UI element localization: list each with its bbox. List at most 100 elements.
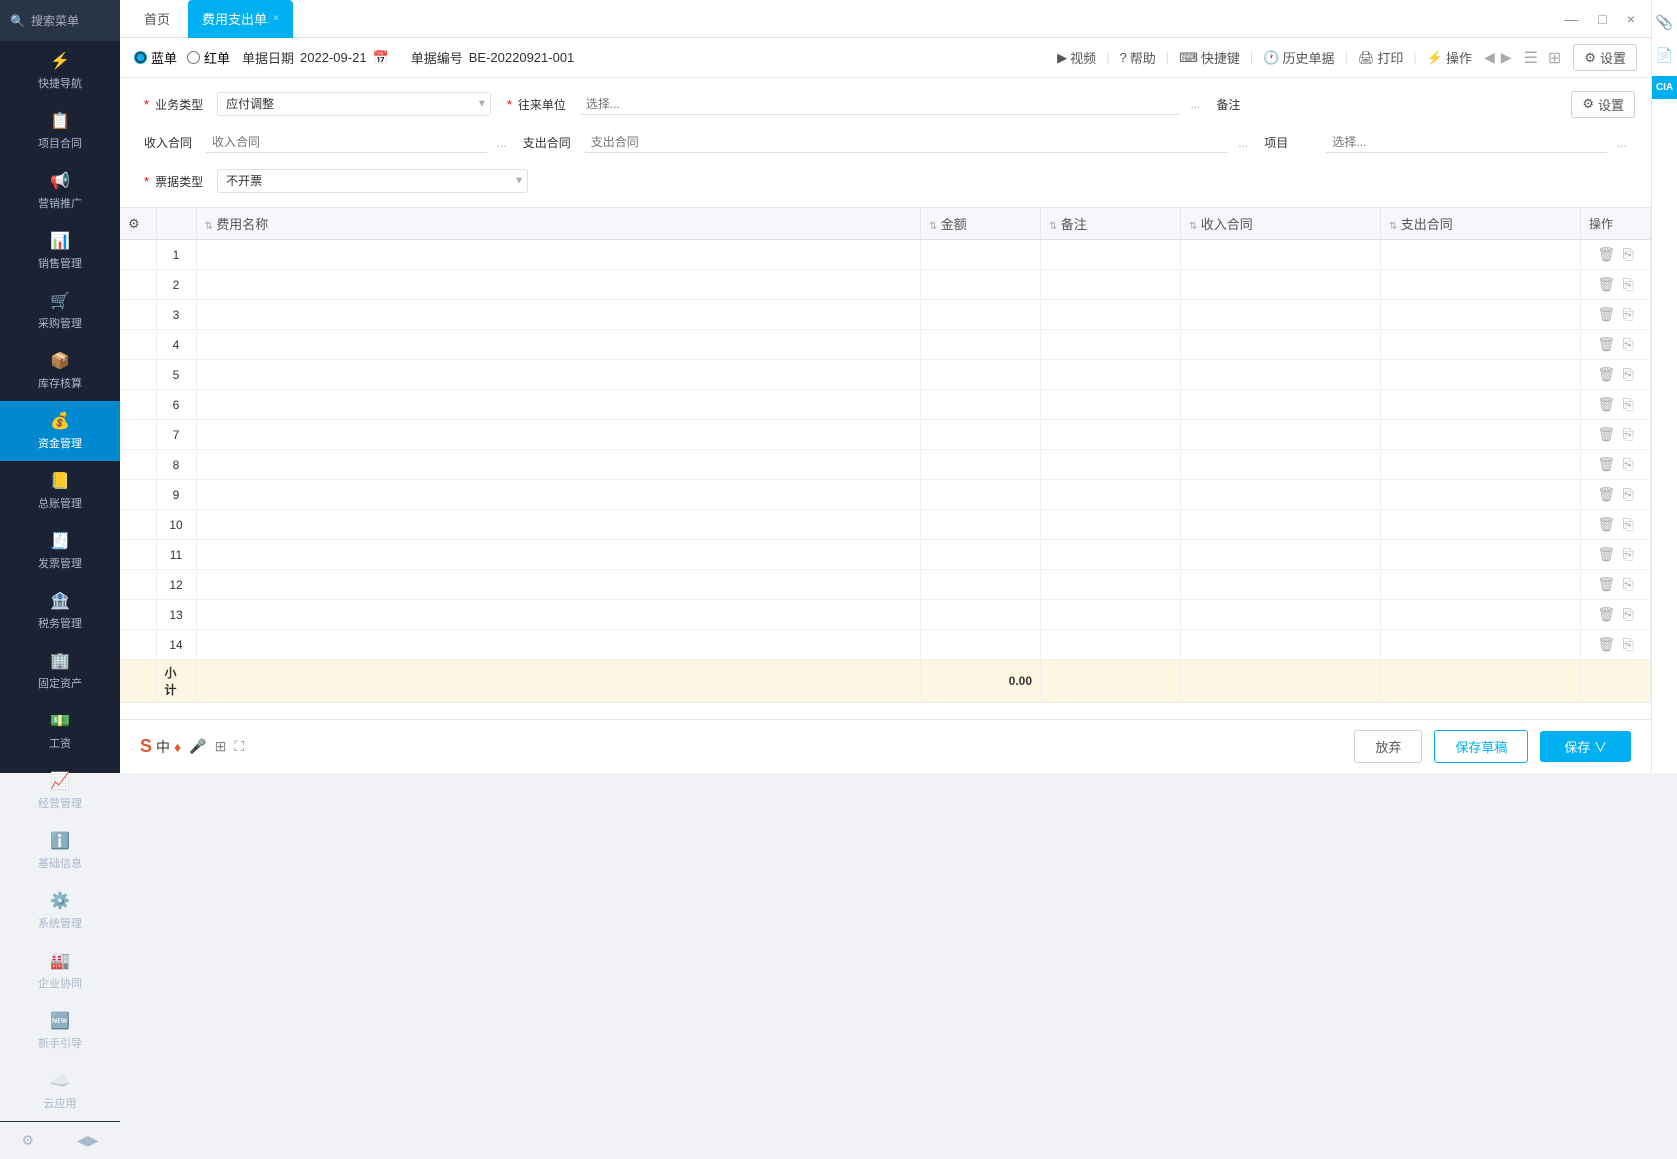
sidebar-item-purchase[interactable]: 🛒 采购管理 bbox=[0, 281, 120, 341]
tab-close-icon[interactable]: × bbox=[273, 13, 279, 24]
copy-icon[interactable]: ⎘ bbox=[1622, 546, 1633, 562]
row-expense-name[interactable] bbox=[196, 300, 921, 330]
row-amount[interactable] bbox=[921, 450, 1041, 480]
row-expense-name[interactable] bbox=[196, 390, 921, 420]
set-button[interactable]: ⚙ 设置 bbox=[1573, 44, 1637, 71]
mic-icon[interactable]: 🎤 bbox=[189, 738, 206, 755]
delete-icon[interactable]: 🗑 bbox=[1597, 546, 1615, 562]
row-amount[interactable] bbox=[921, 480, 1041, 510]
list-view-icon[interactable]: ☰ bbox=[1524, 48, 1538, 68]
save-draft-button[interactable]: 保存草稿 bbox=[1434, 730, 1528, 763]
row-income-contract[interactable] bbox=[1181, 330, 1381, 360]
row-remark[interactable] bbox=[1041, 450, 1181, 480]
copy-icon[interactable]: ⎘ bbox=[1622, 516, 1633, 532]
delete-icon[interactable]: 🗑 bbox=[1597, 396, 1615, 412]
row-expense-contract[interactable] bbox=[1381, 420, 1581, 450]
row-expense-contract[interactable] bbox=[1381, 600, 1581, 630]
delete-icon[interactable]: 🗑 bbox=[1597, 606, 1615, 622]
right-panel-icon-2[interactable]: 📄 bbox=[1656, 43, 1673, 68]
row-expense-name[interactable] bbox=[196, 450, 921, 480]
copy-icon[interactable]: ⎘ bbox=[1622, 456, 1633, 472]
delete-icon[interactable]: 🗑 bbox=[1597, 456, 1615, 472]
row-remark[interactable] bbox=[1041, 240, 1181, 270]
row-expense-contract[interactable] bbox=[1381, 480, 1581, 510]
row-remark[interactable] bbox=[1041, 360, 1181, 390]
project-dots[interactable]: ... bbox=[1617, 136, 1627, 150]
sidebar-item-system[interactable]: ⚙️ 系统管理 bbox=[0, 881, 120, 941]
sidebar-item-new-guide[interactable]: 🆕 新手引导 bbox=[0, 1001, 120, 1061]
row-expense-contract[interactable] bbox=[1381, 540, 1581, 570]
row-remark[interactable] bbox=[1041, 600, 1181, 630]
row-expense-contract[interactable] bbox=[1381, 390, 1581, 420]
expense-contract-sort-icon[interactable]: ⇅ bbox=[1389, 221, 1397, 232]
remark-sort-icon[interactable]: ⇅ bbox=[1049, 221, 1057, 232]
project-input[interactable] bbox=[1326, 132, 1607, 153]
sidebar-item-cloud[interactable]: ☁️ 云应用 bbox=[0, 1061, 120, 1121]
row-income-contract[interactable] bbox=[1181, 540, 1381, 570]
row-income-contract[interactable] bbox=[1181, 630, 1381, 660]
row-remark[interactable] bbox=[1041, 570, 1181, 600]
right-panel-green-btn[interactable]: CIA bbox=[1652, 76, 1677, 99]
row-amount[interactable] bbox=[921, 360, 1041, 390]
diamond-icon[interactable]: ♦ bbox=[174, 739, 181, 755]
row-remark[interactable] bbox=[1041, 630, 1181, 660]
save-button[interactable]: 保存 ∨ bbox=[1540, 731, 1631, 762]
sidebar-item-fixed-assets[interactable]: 🏢 固定资产 bbox=[0, 641, 120, 701]
sidebar-item-tax[interactable]: 🏦 税务管理 bbox=[0, 581, 120, 641]
shortcut-action[interactable]: ⌨ 快捷键 bbox=[1179, 48, 1240, 67]
sidebar-item-accounting[interactable]: 📒 总账管理 bbox=[0, 461, 120, 521]
row-amount[interactable] bbox=[921, 630, 1041, 660]
row-amount[interactable] bbox=[921, 270, 1041, 300]
delete-icon[interactable]: 🗑 bbox=[1597, 336, 1615, 352]
row-expense-contract[interactable] bbox=[1381, 570, 1581, 600]
copy-icon[interactable]: ⎘ bbox=[1622, 366, 1633, 382]
table-settings-header[interactable]: ⚙ bbox=[120, 208, 156, 240]
row-expense-name[interactable] bbox=[196, 630, 921, 660]
prev-arrow[interactable]: ◀ bbox=[1482, 49, 1497, 66]
row-expense-contract[interactable] bbox=[1381, 510, 1581, 540]
sidebar-item-marketing[interactable]: 📢 营销推广 bbox=[0, 161, 120, 221]
row-amount[interactable] bbox=[921, 240, 1041, 270]
row-income-contract[interactable] bbox=[1181, 270, 1381, 300]
copy-icon[interactable]: ⎘ bbox=[1622, 276, 1633, 292]
row-expense-name[interactable] bbox=[196, 240, 921, 270]
delete-icon[interactable]: 🗑 bbox=[1597, 516, 1615, 532]
row-income-contract[interactable] bbox=[1181, 600, 1381, 630]
sidebar-item-basic-info[interactable]: ℹ️ 基础信息 bbox=[0, 821, 120, 881]
row-expense-name[interactable] bbox=[196, 330, 921, 360]
delete-icon[interactable]: 🗑 bbox=[1597, 636, 1615, 652]
delete-icon[interactable]: 🗑 bbox=[1597, 426, 1615, 442]
red-bill-radio[interactable]: 红单 bbox=[187, 48, 230, 67]
delete-icon[interactable]: 🗑 bbox=[1597, 486, 1615, 502]
row-income-contract[interactable] bbox=[1181, 390, 1381, 420]
row-income-contract[interactable] bbox=[1181, 480, 1381, 510]
copy-icon[interactable]: ⎘ bbox=[1622, 396, 1633, 412]
row-expense-contract[interactable] bbox=[1381, 450, 1581, 480]
sidebar-item-capital[interactable]: 💰 资金管理 bbox=[0, 401, 120, 461]
expense-name-sort-icon[interactable]: ⇅ bbox=[205, 221, 213, 232]
sidebar-item-salary[interactable]: 💵 工资 bbox=[0, 701, 120, 761]
expense-contract-input[interactable] bbox=[585, 132, 1228, 153]
income-contract-dots[interactable]: ... bbox=[497, 136, 507, 150]
blue-bill-radio[interactable]: 蓝单 bbox=[134, 48, 177, 67]
print-action[interactable]: 🖨 打印 bbox=[1358, 48, 1404, 67]
row-amount[interactable] bbox=[921, 540, 1041, 570]
copy-icon[interactable]: ⎘ bbox=[1622, 636, 1633, 652]
help-action[interactable]: ? 帮助 bbox=[1119, 48, 1155, 67]
copy-icon[interactable]: ⎘ bbox=[1622, 426, 1633, 442]
row-expense-contract[interactable] bbox=[1381, 240, 1581, 270]
row-expense-contract[interactable] bbox=[1381, 330, 1581, 360]
sidebar-item-inventory[interactable]: 📦 库存核算 bbox=[0, 341, 120, 401]
delete-icon[interactable]: 🗑 bbox=[1597, 246, 1615, 262]
grid-icon[interactable]: ⊞ bbox=[215, 738, 227, 755]
minimize-button[interactable]: — bbox=[1558, 9, 1584, 29]
row-income-contract[interactable] bbox=[1181, 420, 1381, 450]
row-amount[interactable] bbox=[921, 300, 1041, 330]
row-remark[interactable] bbox=[1041, 510, 1181, 540]
copy-icon[interactable]: ⎘ bbox=[1622, 606, 1633, 622]
row-expense-name[interactable] bbox=[196, 480, 921, 510]
row-expense-name[interactable] bbox=[196, 600, 921, 630]
sidebar-search[interactable]: 🔍 搜索菜单 bbox=[0, 0, 120, 41]
row-amount[interactable] bbox=[921, 510, 1041, 540]
crop-icon[interactable]: ⛶ bbox=[234, 738, 244, 755]
